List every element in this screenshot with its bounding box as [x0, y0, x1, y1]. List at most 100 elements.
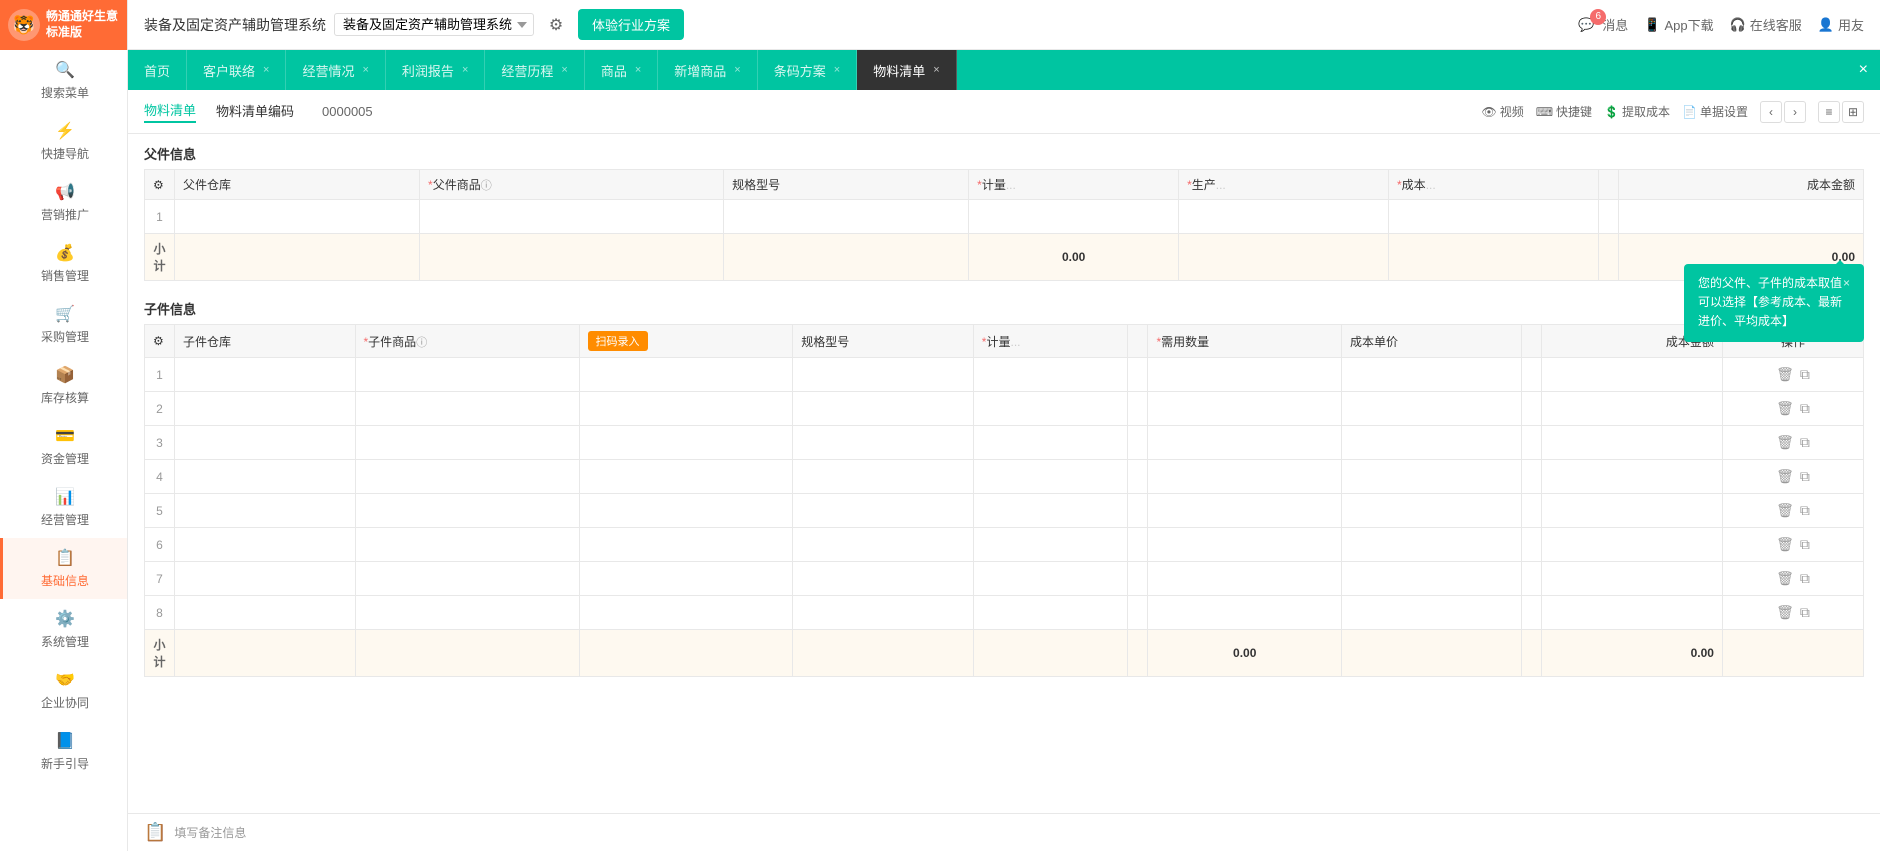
- child-qty-1[interactable]: [1148, 358, 1341, 392]
- close-profit-tab[interactable]: ×: [462, 64, 468, 76]
- child-scan-1: [579, 358, 793, 392]
- close-customer-tab[interactable]: ×: [263, 64, 269, 76]
- tab-goods[interactable]: 商品 ×: [585, 50, 658, 90]
- delete-icon-3[interactable]: 🗑: [1776, 434, 1794, 451]
- copy-icon-3[interactable]: ⧉: [1800, 434, 1810, 451]
- online-service-btn[interactable]: 🎧 在线客服: [1730, 15, 1802, 34]
- tab-customer[interactable]: 客户联络 ×: [187, 50, 286, 90]
- child-ucost-1[interactable]: [1341, 358, 1522, 392]
- close-barcode-tab[interactable]: ×: [834, 64, 840, 76]
- sidebar-item-enterprise[interactable]: 🤝 企业协同: [0, 660, 127, 721]
- child-actions-1: 🗑 ⧉: [1722, 358, 1863, 392]
- child-goods-1[interactable]: [355, 358, 579, 392]
- parent-spec-cell[interactable]: [724, 200, 969, 234]
- close-bom-tab[interactable]: ×: [933, 64, 939, 76]
- delete-icon-2[interactable]: 🗑: [1776, 400, 1794, 417]
- delete-icon-7[interactable]: 🗑: [1776, 570, 1794, 587]
- tooltip-text: 您的父件、子件的成本取值可以选择【参考成本、最新进价、平均成本】: [1698, 276, 1842, 328]
- parent-warehouse-cell[interactable]: [175, 200, 420, 234]
- child-col2-1: [1522, 358, 1542, 392]
- app-download-btn[interactable]: 📱 App下载: [1644, 15, 1713, 34]
- tab-barcode[interactable]: 条码方案 ×: [758, 50, 857, 90]
- tab-new-goods[interactable]: 新增商品 ×: [658, 50, 757, 90]
- delete-icon-8[interactable]: 🗑: [1776, 604, 1794, 621]
- sidebar-item-system[interactable]: ⚙️ 系统管理: [0, 599, 127, 660]
- close-all-tabs[interactable]: ×: [1847, 61, 1880, 79]
- user-btn[interactable]: 👤 用友: [1818, 15, 1864, 34]
- child-spec-1[interactable]: [793, 358, 974, 392]
- sidebar-item-finance[interactable]: 💳 资金管理: [0, 416, 127, 477]
- close-goods-tab[interactable]: ×: [635, 64, 641, 76]
- child-wh-2[interactable]: [175, 392, 356, 426]
- parent-subtotal-row: 小计 0.00 0.00: [145, 234, 1864, 281]
- copy-icon-4[interactable]: ⧉: [1800, 468, 1810, 485]
- tab-bom[interactable]: 物料清单 ×: [857, 50, 956, 90]
- parent-production-cell[interactable]: [1179, 200, 1389, 234]
- sub-tab-bom-code[interactable]: 物料清单编码: [216, 101, 294, 122]
- sidebar-item-guide[interactable]: 📘 新手引导: [0, 721, 127, 782]
- parent-cost-cell[interactable]: [1389, 200, 1599, 234]
- delete-icon-6[interactable]: 🗑: [1776, 536, 1794, 553]
- grid-view-btn[interactable]: ⊞: [1842, 101, 1864, 123]
- delete-icon-1[interactable]: 🗑: [1776, 366, 1794, 383]
- parent-unit-cell[interactable]: [969, 200, 1179, 234]
- child-row-num-8: 8: [145, 596, 175, 630]
- child-col-1: [1128, 358, 1148, 392]
- close-history-tab[interactable]: ×: [561, 64, 567, 76]
- sidebar-item-quick-nav[interactable]: ⚡ 快捷导航: [0, 111, 127, 172]
- view-btn[interactable]: 👁 视频: [1481, 103, 1523, 120]
- shortcut-btn[interactable]: ⌨ 快捷键: [1536, 103, 1592, 120]
- message-btn[interactable]: 💬 6 消息: [1578, 15, 1628, 34]
- tab-history[interactable]: 经营历程 ×: [485, 50, 584, 90]
- copy-icon-7[interactable]: ⧉: [1800, 570, 1810, 587]
- sidebar-item-operations[interactable]: 📊 经营管理: [0, 477, 127, 538]
- copy-icon-1[interactable]: ⧉: [1800, 366, 1810, 383]
- copy-icon-2[interactable]: ⧉: [1800, 400, 1810, 417]
- th-settings-parent[interactable]: ⚙: [145, 170, 175, 200]
- child-unit-2[interactable]: [973, 392, 1128, 426]
- tooltip-close-btn[interactable]: ×: [1843, 274, 1850, 293]
- doc-settings-btn[interactable]: 📄 单据设置: [1682, 103, 1748, 120]
- child-spec-2[interactable]: [793, 392, 974, 426]
- gear-icon[interactable]: ⚙: [542, 11, 570, 39]
- scan-btn[interactable]: 扫码录入: [588, 331, 648, 351]
- sub-tab-bom-list[interactable]: 物料清单: [144, 100, 196, 123]
- copy-icon-6[interactable]: ⧉: [1800, 536, 1810, 553]
- delete-icon-4[interactable]: 🗑: [1776, 468, 1794, 485]
- extract-cost-btn[interactable]: 💲 提取成本: [1604, 103, 1670, 120]
- parent-goods-cell[interactable]: [420, 200, 724, 234]
- table-row: 4 🗑⧉: [145, 460, 1864, 494]
- th-settings-child[interactable]: ⚙: [145, 325, 175, 358]
- delete-icon-5[interactable]: 🗑: [1776, 502, 1794, 519]
- sidebar-item-search[interactable]: 🔍 搜索菜单: [0, 50, 127, 111]
- sidebar-item-basic-info[interactable]: 📋 基础信息: [0, 538, 127, 599]
- bottom-notes-text[interactable]: 填写备注信息: [174, 824, 246, 841]
- child-qty-2[interactable]: [1148, 392, 1341, 426]
- tab-home[interactable]: 首页: [128, 50, 187, 90]
- sidebar-item-purchase[interactable]: 🛒 采购管理: [0, 294, 127, 355]
- nav-next[interactable]: ›: [1784, 101, 1806, 123]
- sidebar-item-sales[interactable]: 💰 销售管理: [0, 233, 127, 294]
- tab-profit[interactable]: 利润报告 ×: [386, 50, 485, 90]
- trial-btn[interactable]: 体验行业方案: [578, 9, 684, 40]
- copy-icon-8[interactable]: ⧉: [1800, 604, 1810, 621]
- close-new-goods-tab[interactable]: ×: [734, 64, 740, 76]
- child-ucost-2[interactable]: [1341, 392, 1522, 426]
- sidebar-item-marketing[interactable]: 📢 营销推广: [0, 172, 127, 233]
- user-label: 用友: [1838, 15, 1864, 34]
- tab-operations[interactable]: 经营情况 ×: [286, 50, 385, 90]
- table-row: 3 🗑⧉: [145, 426, 1864, 460]
- topbar-system-select[interactable]: 装备及固定资产辅助管理系统: [334, 13, 534, 36]
- child-unit-1[interactable]: [973, 358, 1128, 392]
- copy-icon-5[interactable]: ⧉: [1800, 502, 1810, 519]
- purchase-icon: 🛒: [55, 304, 75, 324]
- sidebar: 🐯 畅通通好生意 标准版 🔍 搜索菜单 ⚡ 快捷导航 📢 营销推广 💰 销售管理…: [0, 0, 128, 851]
- nav-prev[interactable]: ‹: [1760, 101, 1782, 123]
- sidebar-logo: 🐯 畅通通好生意 标准版: [0, 0, 127, 50]
- child-goods-2[interactable]: [355, 392, 579, 426]
- child-wh-1[interactable]: [175, 358, 356, 392]
- close-operations-tab[interactable]: ×: [362, 64, 368, 76]
- parent-cost-amount-cell: [1618, 200, 1863, 234]
- list-view-btn[interactable]: ≡: [1818, 101, 1840, 123]
- sidebar-item-inventory[interactable]: 📦 库存核算: [0, 355, 127, 416]
